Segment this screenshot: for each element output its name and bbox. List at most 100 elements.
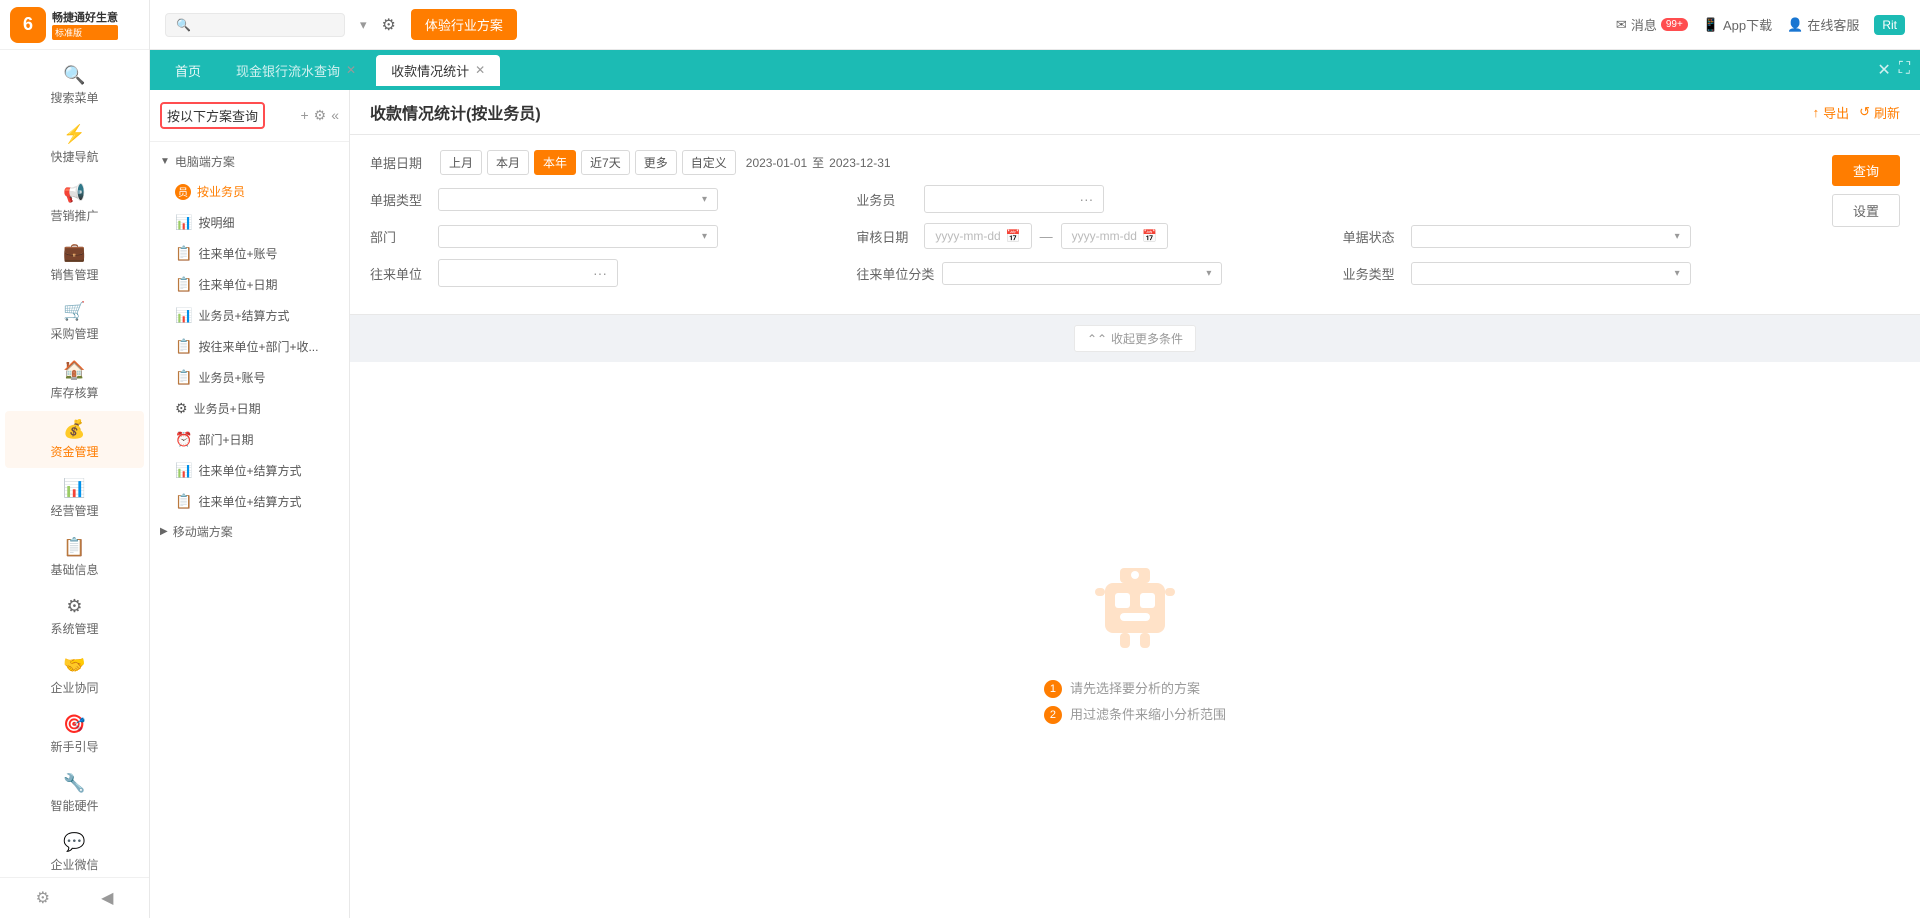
settings-btn[interactable]: 设置 [1832,194,1900,227]
audit-date-from[interactable]: yyyy-mm-dd 📅 [924,223,1031,249]
sidebar-item-basic[interactable]: 📋 基础信息 [5,529,144,586]
date-this-year[interactable]: 本年 [534,150,576,175]
query-btn[interactable]: 查询 [1832,155,1900,186]
empty-step-2: 2 用过滤条件来缩小分析范围 [1044,702,1226,728]
logo-badge: 标准版 [52,25,118,40]
sidebar-settings-btn[interactable]: ⚙ [36,888,50,908]
window-maximize-btn[interactable]: ⛶ [1899,60,1910,80]
sidebar-collapse-btn[interactable]: ◀ [101,888,113,908]
app-download-btn[interactable]: 📱 App下载 [1703,15,1772,34]
message-icon: ✉ [1616,17,1627,33]
topbar-search-icon: 🔍 [176,18,191,32]
date-last-month[interactable]: 上月 [440,150,482,175]
tab-bar: 首页 现金银行流水查询 ✕ 收款情况统计 ✕ ✕ ⛶ [150,50,1920,90]
empty-illustration [1085,553,1185,656]
salesman-date-icon: ⚙ [175,400,188,417]
tree-item-partner-settle2[interactable]: 📋 往来单位+结算方式 [150,486,349,517]
hardware-icon: 🔧 [63,773,85,794]
partner-category-select[interactable]: ▾ [942,262,1222,285]
scheme-settings-btn[interactable]: ⚙ [314,107,327,124]
basic-icon: 📋 [63,537,85,558]
refresh-btn[interactable]: ↺ 刷新 [1859,103,1900,122]
doc-type-select[interactable]: ▾ [438,188,718,211]
tab-bank-flow[interactable]: 现金银行流水查询 ✕ [221,55,371,86]
guide-icon: 🎯 [63,714,85,735]
search-box[interactable]: 🔍 [165,13,345,37]
messages-btn[interactable]: ✉ 消息 99+ [1616,15,1688,34]
tab-bank-flow-close[interactable]: ✕ [346,63,356,77]
salesman-account-icon: 📋 [175,369,192,386]
calendar-icon: 📅 [1006,229,1021,243]
sidebar-item-hardware[interactable]: 🔧 智能硬件 [5,765,144,822]
scheme-tree: ▼ 电脑端方案 员 按业务员 📊 按明细 📋 往来单位+账号 [150,142,349,551]
date-more[interactable]: 更多 [635,150,677,175]
quick-nav-icon: ⚡ [63,124,85,145]
detail-icon: 📊 [175,214,192,231]
sidebar-item-sales[interactable]: 💼 销售管理 [5,234,144,291]
gear-settings-icon[interactable]: ⚙ [382,15,396,35]
sidebar-item-guide[interactable]: 🎯 新手引导 [5,706,144,763]
tree-mobile-header[interactable]: ▶ 移动端方案 [150,517,349,546]
export-btn[interactable]: ↑ 导出 [1813,103,1850,122]
partner-settle2-icon: 📋 [175,493,192,510]
date-this-month[interactable]: 本月 [487,150,529,175]
dept-select[interactable]: ▾ [438,225,718,248]
sales-icon: 💼 [63,242,85,263]
tree-desktop-header[interactable]: ▼ 电脑端方案 [150,147,349,176]
inventory-icon: 🏠 [63,360,85,381]
tree-item-partner-settle1[interactable]: 📊 往来单位+结算方式 [150,455,349,486]
online-service-btn[interactable]: 👤 在线客服 [1787,15,1859,34]
left-panel-title: 按以下方案查询 [167,109,258,124]
scheme-button[interactable]: 体验行业方案 [411,9,517,40]
tree-item-partner-account[interactable]: 📋 往来单位+账号 [150,238,349,269]
collapse-panel-btn[interactable]: « [331,107,339,124]
tree-item-partner-date[interactable]: 📋 往来单位+日期 [150,269,349,300]
sidebar-item-wechat[interactable]: 💬 企业微信 [5,824,144,877]
tree-item-salesman-account[interactable]: 📋 业务员+账号 [150,362,349,393]
marketing-icon: 📢 [63,183,85,204]
app-logo: 6 畅捷通好生意 标准版 [0,0,149,50]
tree-item-by-salesman[interactable]: 员 按业务员 [150,176,349,207]
date-last-7-days[interactable]: 近7天 [581,150,630,175]
partner-settle1-icon: 📊 [175,462,192,479]
dropdown-arrow-icon[interactable]: ▾ [360,17,367,33]
dept-label: 部门 [370,227,430,246]
salesman-label: 业务员 [856,190,916,209]
collapse-btn[interactable]: ⌃⌃ 收起更多条件 [1074,325,1196,352]
user-avatar[interactable]: Rit [1874,15,1905,35]
tree-item-by-detail[interactable]: 📊 按明细 [150,207,349,238]
salesman-select[interactable]: ··· [924,185,1104,213]
add-scheme-btn[interactable]: + [300,107,308,124]
sidebar-item-search[interactable]: 🔍 搜索菜单 [5,57,144,114]
sidebar-item-purchase[interactable]: 🛒 采购管理 [5,293,144,350]
partner-category-label: 往来单位分类 [856,264,934,283]
sidebar-item-quick-nav[interactable]: ⚡ 快捷导航 [5,116,144,173]
sidebar-item-inventory[interactable]: 🏠 库存核算 [5,352,144,409]
date-range: 2023-01-01 至 2023-12-31 [746,154,891,171]
sidebar-item-marketing[interactable]: 📢 营销推广 [5,175,144,232]
tree-item-dept-date[interactable]: ⏰ 部门+日期 [150,424,349,455]
window-close-btn[interactable]: ✕ [1877,60,1890,80]
biz-type-select[interactable]: ▾ [1411,262,1691,285]
sidebar-item-finance[interactable]: 💰 资金管理 [5,411,144,468]
audit-date-to[interactable]: yyyy-mm-dd 📅 [1061,223,1168,249]
date-custom[interactable]: 自定义 [682,150,736,175]
sidebar-item-system[interactable]: ⚙ 系统管理 [5,588,144,645]
salesman-more-icon: ··· [1079,191,1093,207]
tree-item-salesman-date[interactable]: ⚙ 业务员+日期 [150,393,349,424]
tab-home[interactable]: 首页 [160,55,216,86]
tree-item-salesman-settle[interactable]: 📊 业务员+结算方式 [150,300,349,331]
tab-collection-stat[interactable]: 收款情况统计 ✕ [376,55,500,86]
date-label: 单据日期 [370,153,430,172]
doc-status-label: 单据状态 [1343,227,1403,246]
topbar: 🔍 ▾ ⚙ 体验行业方案 ✉ 消息 99+ 📱 App下载 👤 [150,0,1920,50]
tree-item-partner-dept[interactable]: 📋 按往来单位+部门+收... [150,331,349,362]
doc-status-select[interactable]: ▾ [1411,225,1691,248]
partner-select[interactable]: ··· [438,259,618,287]
tab-collection-stat-close[interactable]: ✕ [475,63,485,77]
sidebar-item-operation[interactable]: 📊 经营管理 [5,470,144,527]
wechat-icon: 💬 [63,832,85,853]
sidebar-item-enterprise[interactable]: 🤝 企业协同 [5,647,144,704]
sidebar-nav: 🔍 搜索菜单 ⚡ 快捷导航 📢 营销推广 💼 销售管理 🛒 采购管理 🏠 [0,50,149,877]
doc-status-chevron: ▾ [1675,231,1680,242]
